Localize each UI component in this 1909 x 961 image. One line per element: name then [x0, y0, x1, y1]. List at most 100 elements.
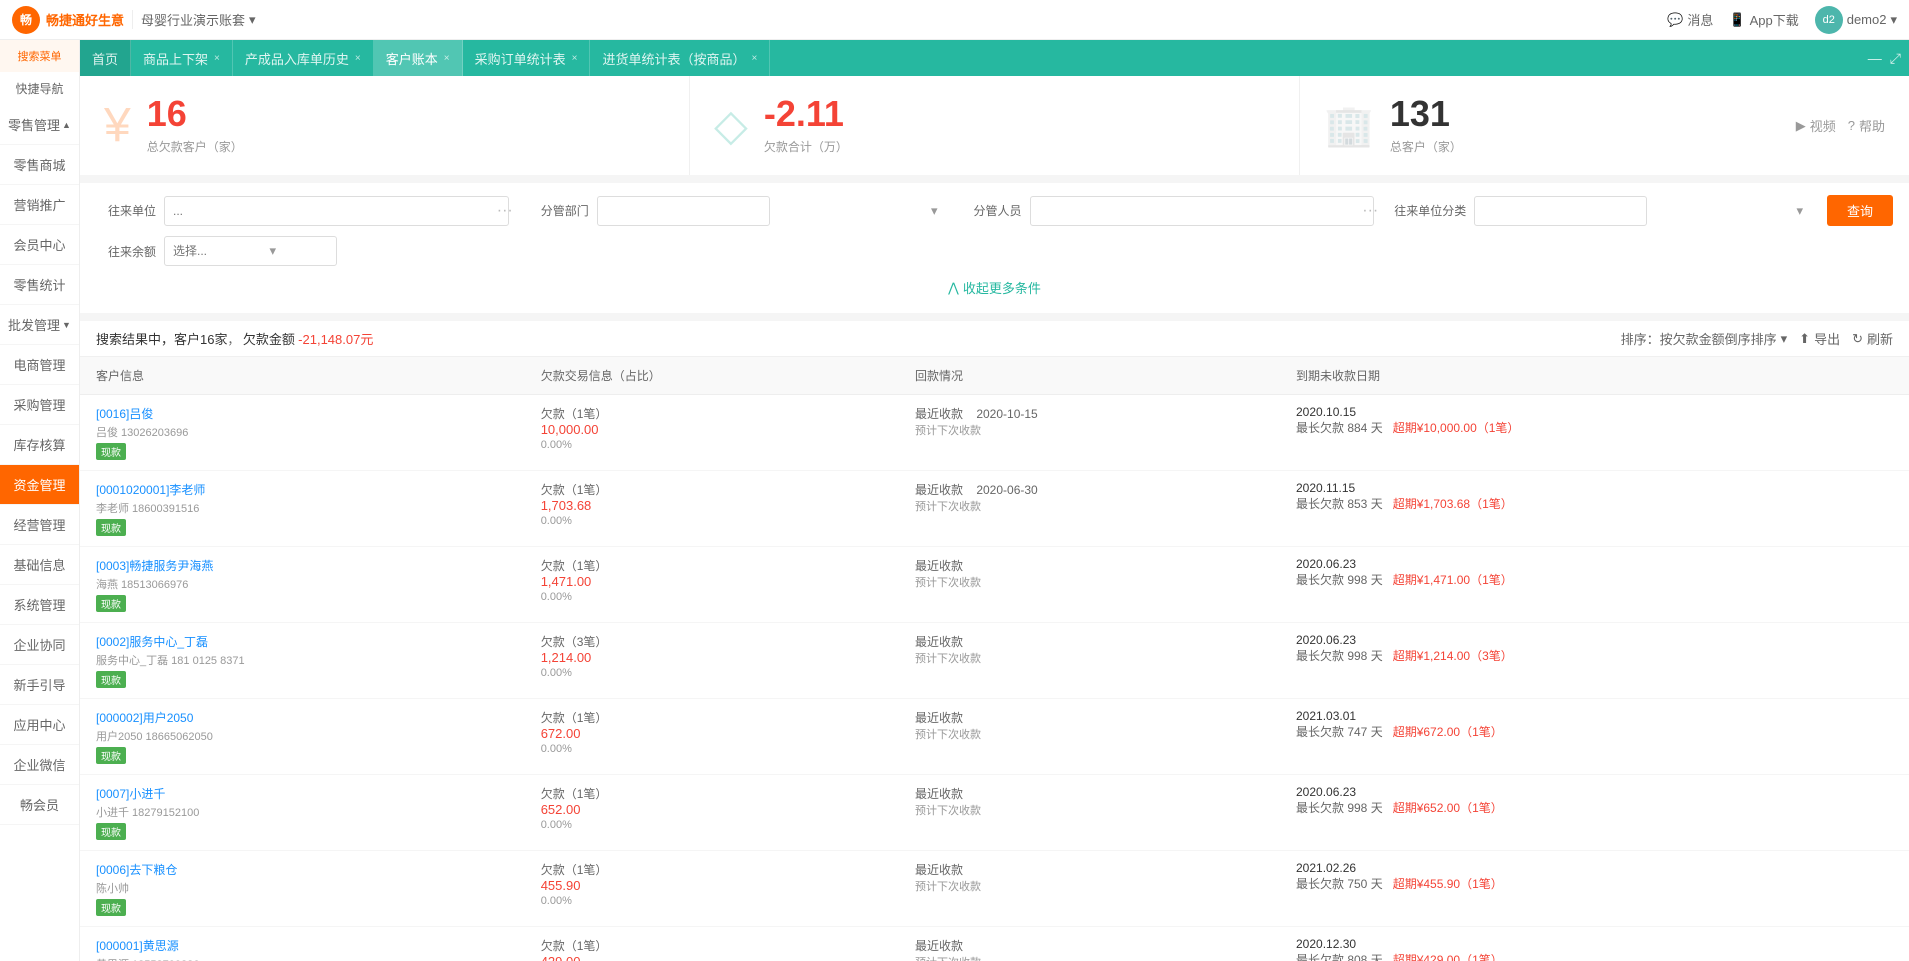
search-button[interactable]: 查询 [1827, 195, 1893, 226]
search-menu[interactable]: 搜索菜单 [0, 40, 79, 72]
customer-name-link[interactable]: [0006]去下粮仓 [96, 861, 509, 878]
tab-product-list[interactable]: 商品上下架 × [131, 40, 233, 76]
overdue-amount-link[interactable]: 超期¥672.00（1笔） [1393, 725, 1503, 739]
sidebar-item-retail-mgmt[interactable]: 零售管理 ▲ [0, 105, 79, 145]
sidebar-item-system[interactable]: 系统管理 [0, 585, 79, 625]
app-download-button[interactable]: 📱 App下载 [1729, 10, 1798, 29]
overdue-amount-link[interactable]: 超期¥1,214.00（3笔） [1393, 649, 1513, 663]
from-unit-more-icon[interactable]: ··· [497, 202, 513, 220]
user-menu[interactable]: d2 demo2 ▾ [1815, 6, 1897, 34]
sidebar-item-retail-shop[interactable]: 零售商城 [0, 145, 79, 185]
overdue-amount-link[interactable]: 超期¥455.90（1笔） [1393, 877, 1503, 891]
from-unit-input[interactable] [164, 196, 509, 226]
customer-name-link[interactable]: [0003]畅捷服务尹海燕 [96, 557, 509, 574]
customer-name-link[interactable]: [0001020001]李老师 [96, 481, 509, 498]
sidebar-item-retail-stat[interactable]: 零售统计 [0, 265, 79, 305]
collapse-button[interactable]: ⋀ 收起更多条件 [944, 274, 1045, 301]
tab-purchase-stats[interactable]: 进货单统计表（按商品） × [590, 40, 770, 76]
sidebar-item-base-info[interactable]: 基础信息 [0, 545, 79, 585]
stat-num-amount: -2.11 [764, 96, 1275, 132]
debt-amount[interactable]: 672.00 [541, 726, 883, 741]
debt-amount[interactable]: 1,703.68 [541, 498, 883, 513]
tab-prod-in-history[interactable]: 产成品入库单历史 × [233, 40, 374, 76]
table-row: [0001020001]李老师 李老师 18600391516 现款 欠款（1笔… [80, 471, 1909, 547]
sidebar-item-app-center[interactable]: 应用中心 [0, 705, 79, 745]
tab-home[interactable]: 首页 [80, 40, 131, 76]
sidebar-label: 企业协同 [13, 638, 65, 653]
debt-amount[interactable]: 1,471.00 [541, 574, 883, 589]
tab-close-icon[interactable]: × [214, 53, 220, 64]
quick-nav-item[interactable]: 快捷导航 [0, 72, 79, 105]
balance-input[interactable] [164, 236, 337, 266]
debt-amount[interactable]: 1,214.00 [541, 650, 883, 665]
username: demo2 [1847, 12, 1887, 27]
sidebar-item-inventory[interactable]: 库存核算 [0, 425, 79, 465]
export-button[interactable]: ⬆ 导出 [1799, 329, 1840, 348]
customer-name-link[interactable]: [0007]小进千 [96, 785, 509, 802]
tab-label: 首页 [92, 49, 118, 68]
sidebar-label: 系统管理 [13, 598, 65, 613]
overdue-amount-link[interactable]: 超期¥10,000.00（1笔） [1393, 421, 1520, 435]
tab-close-icon[interactable]: × [444, 53, 450, 64]
cell-debt-1: 欠款（1笔） 1,703.68 0.00% [525, 471, 899, 547]
customer-sub: 李老师 18600391516 [96, 503, 199, 515]
message-button[interactable]: 💬 消息 [1667, 10, 1713, 29]
sidebar-item-vip-member[interactable]: 畅会员 [0, 785, 79, 825]
play-icon: ▶ [1796, 118, 1806, 134]
sidebar-item-marketing[interactable]: 营销推广 [0, 185, 79, 225]
person-more-icon[interactable]: ··· [1362, 202, 1378, 220]
tab-close-icon[interactable]: × [355, 53, 361, 64]
person-input[interactable] [1030, 196, 1375, 226]
tab-purchase-order[interactable]: 采购订单统计表 × [463, 40, 591, 76]
unit-class-input[interactable] [1474, 196, 1647, 226]
customer-tag: 现款 [96, 443, 126, 460]
sidebar-item-corp[interactable]: 企业协同 [0, 625, 79, 665]
sidebar-item-purchase[interactable]: 采购管理 [0, 385, 79, 425]
customer-sub: 吕俊 13026203696 [96, 427, 188, 439]
debt-count: 欠款（1笔） [541, 711, 608, 725]
customer-tag: 现款 [96, 899, 126, 916]
tab-customer-account[interactable]: 客户账本 × [374, 40, 463, 76]
debt-amount[interactable]: 455.90 [541, 878, 883, 893]
sidebar-item-member[interactable]: 会员中心 [0, 225, 79, 265]
sidebar-item-newbie[interactable]: 新手引导 [0, 665, 79, 705]
customer-name-link[interactable]: [0002]服务中心_丁磊 [96, 633, 509, 650]
sidebar-item-ecommerce[interactable]: 电商管理 [0, 345, 79, 385]
refresh-button[interactable]: ↻ 刷新 [1852, 329, 1893, 348]
customer-tag: 现款 [96, 595, 126, 612]
overdue-amount-link[interactable]: 超期¥652.00（1笔） [1393, 801, 1503, 815]
store-selector[interactable]: 母婴行业演示账套 ▾ [132, 10, 256, 29]
filter-balance: 往来余额 ▾ [96, 236, 1893, 266]
dept-input[interactable] [597, 196, 770, 226]
view-label: 视频 [1810, 116, 1836, 135]
tab-close-icon[interactable]: × [751, 53, 757, 64]
sidebar-label: 畅会员 [20, 798, 59, 813]
table-row: [0002]服务中心_丁磊 服务中心_丁磊 181 0125 8371 现款 欠… [80, 623, 1909, 699]
sort-select[interactable]: 排序：按欠款金额倒序排序 ▾ [1621, 329, 1788, 348]
tab-close-icon[interactable]: × [572, 53, 578, 64]
sidebar-item-finance[interactable]: 资金管理 [0, 465, 79, 505]
customer-name-link[interactable]: [0016]吕俊 [96, 405, 509, 422]
tab-label: 采购订单统计表 [475, 49, 566, 68]
sidebar-item-batch-mgmt[interactable]: 批发管理 ▼ [0, 305, 79, 345]
customer-name-link[interactable]: [000002]用户2050 [96, 709, 509, 726]
tab-minimize-icon[interactable]: — [1868, 50, 1882, 66]
collapse-label: 收起更多条件 [963, 278, 1041, 297]
customer-name-link[interactable]: [000001]黄思源 [96, 937, 509, 954]
debt-amount[interactable]: 429.00 [541, 954, 883, 961]
sidebar-label: 企业微信 [13, 758, 65, 773]
overdue-amount-link[interactable]: 超期¥429.00（1笔） [1393, 953, 1503, 961]
sidebar-item-ops[interactable]: 经营管理 [0, 505, 79, 545]
sidebar-item-corp-wechat[interactable]: 企业微信 [0, 745, 79, 785]
sort-label: 排序：按欠款金额倒序排序 [1621, 329, 1777, 348]
filter-row-1: 往来单位 ··· 分管部门 ▾ 分管人员 [96, 195, 1893, 226]
overdue-amount-link[interactable]: 超期¥1,471.00（1笔） [1393, 573, 1513, 587]
cell-due-3: 2020.06.23 最长欠款 998 天 超期¥1,214.00（3笔） [1280, 623, 1909, 699]
debt-amount[interactable]: 10,000.00 [541, 422, 883, 437]
view-video-button[interactable]: ▶ 视频 [1796, 116, 1836, 135]
debt-amount[interactable]: 652.00 [541, 802, 883, 817]
tab-maximize-icon[interactable]: ⤢ [1890, 50, 1901, 67]
help-button[interactable]: ? 帮助 [1848, 116, 1885, 135]
building-icon: 🏢 [1324, 102, 1374, 149]
overdue-amount-link[interactable]: 超期¥1,703.68（1笔） [1393, 497, 1513, 511]
